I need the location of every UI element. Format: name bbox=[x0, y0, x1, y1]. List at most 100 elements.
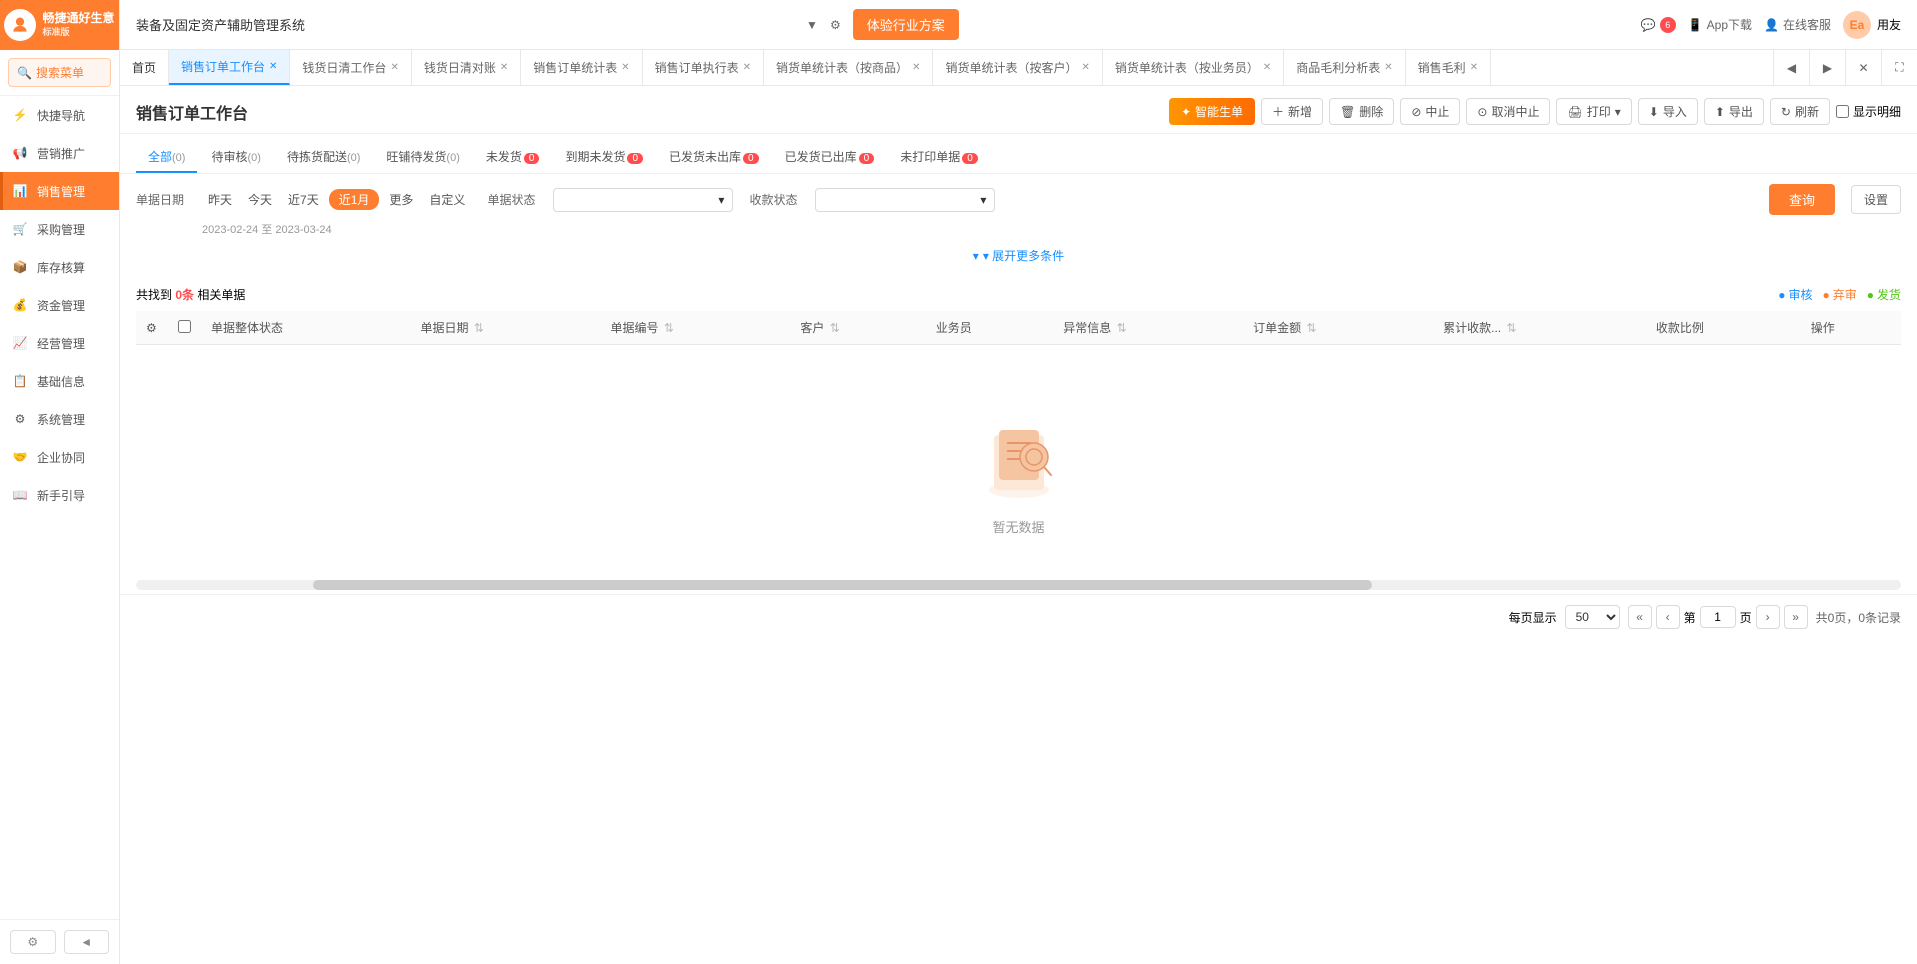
tab-close-cash-daily[interactable]: ✕ bbox=[390, 62, 398, 73]
new-btn[interactable]: ＋ 新增 bbox=[1261, 98, 1323, 125]
tab-margin-analysis[interactable]: 商品毛利分析表 ✕ bbox=[1284, 50, 1405, 85]
system-dropdown-btn[interactable]: ▼ bbox=[806, 18, 818, 32]
col-settings[interactable]: ⚙ bbox=[136, 311, 168, 345]
tab-home[interactable]: 首页 bbox=[120, 50, 169, 85]
subtab-unprinted[interactable]: 未打印单据0 bbox=[888, 142, 990, 173]
next-page-btn[interactable]: › bbox=[1756, 605, 1780, 629]
query-btn[interactable]: 查询 bbox=[1769, 184, 1835, 215]
sidebar-item-inventory[interactable]: 📦 库存核算 bbox=[0, 248, 119, 286]
subtabs: 全部(0) 待审核(0) 待拣货配送(0) 旺铺待发货(0) 未发货0 到期未发… bbox=[120, 134, 1917, 174]
online-service-btn[interactable]: 👤 在线客服 bbox=[1764, 16, 1831, 33]
status-filter-input[interactable]: ▾ bbox=[553, 188, 733, 212]
industry-btn[interactable]: 体验行业方案 bbox=[853, 9, 959, 40]
tab-close-sales-stat-product[interactable]: ✕ bbox=[912, 62, 920, 73]
tab-fullscreen-btn[interactable]: ⛶ bbox=[1881, 50, 1917, 86]
col-number[interactable]: 单据编号 ⇅ bbox=[600, 311, 790, 345]
tab-close-cash-reconcile[interactable]: ✕ bbox=[500, 62, 508, 73]
tab-close-all-btn[interactable]: ✕ bbox=[1845, 50, 1881, 86]
stop-btn[interactable]: ⊘ 中止 bbox=[1400, 98, 1460, 125]
sidebar-item-guide[interactable]: 📖 新手引导 bbox=[0, 476, 119, 514]
expand-filter-btn[interactable]: ▾ ▾ 展开更多条件 bbox=[973, 247, 1064, 264]
page-input[interactable] bbox=[1700, 606, 1736, 628]
app-download-btn[interactable]: 📱 App下载 bbox=[1688, 16, 1752, 33]
prev-page-btn[interactable]: ‹ bbox=[1656, 605, 1680, 629]
subtab-delivered-out[interactable]: 已发货已出库0 bbox=[773, 142, 887, 173]
message-btn[interactable]: 💬 6 bbox=[1641, 17, 1676, 33]
subtab-wangpu[interactable]: 旺铺待发货(0) bbox=[374, 142, 471, 173]
date-custom-btn[interactable]: 自定义 bbox=[423, 189, 471, 210]
sidebar-item-marketing[interactable]: 📢 营销推广 bbox=[0, 134, 119, 172]
tab-cash-reconcile[interactable]: 钱货日清对账 ✕ bbox=[412, 50, 521, 85]
per-page-select[interactable]: 50 20 100 bbox=[1565, 605, 1620, 629]
subtab-delivered-not-out[interactable]: 已发货未出库0 bbox=[657, 142, 771, 173]
show-detail-label[interactable]: 显示明细 bbox=[1836, 103, 1901, 120]
tab-sales-workbench[interactable]: 销售订单工作台 ✕ bbox=[169, 50, 290, 85]
sidebar-item-purchase[interactable]: 🛒 采购管理 bbox=[0, 210, 119, 248]
tab-close-margin-analysis[interactable]: ✕ bbox=[1384, 62, 1392, 73]
tab-sales-profit[interactable]: 销售毛利 ✕ bbox=[1406, 50, 1491, 85]
sidebar-settings-btn[interactable]: ⚙ bbox=[10, 930, 56, 954]
date-7days-btn[interactable]: 近7天 bbox=[282, 189, 325, 210]
ai-gen-btn[interactable]: ✦ 智能生单 bbox=[1169, 98, 1255, 125]
approve-action[interactable]: ● 审核 bbox=[1778, 286, 1812, 303]
show-detail-checkbox[interactable] bbox=[1836, 105, 1849, 118]
col-date[interactable]: 单据日期 ⇅ bbox=[411, 311, 601, 345]
tab-cash-daily[interactable]: 钱货日清工作台 ✕ bbox=[290, 50, 411, 85]
col-salesperson[interactable]: 业务员 bbox=[926, 311, 1054, 345]
tab-prev-btn[interactable]: ◀ bbox=[1773, 50, 1809, 86]
col-operation: 操作 bbox=[1801, 311, 1901, 345]
refresh-btn[interactable]: ↻ 刷新 bbox=[1770, 98, 1830, 125]
subtab-pending-pick[interactable]: 待拣货配送(0) bbox=[275, 142, 372, 173]
tab-sales-stat-customer[interactable]: 销货单统计表（按客户） ✕ bbox=[933, 50, 1102, 85]
tab-close-sales-profit[interactable]: ✕ bbox=[1470, 62, 1478, 73]
sidebar-item-quick-nav[interactable]: ⚡ 快捷导航 bbox=[0, 96, 119, 134]
tab-close-sales-stat-staff[interactable]: ✕ bbox=[1263, 62, 1271, 73]
subtab-undelivered[interactable]: 未发货0 bbox=[474, 142, 552, 173]
col-collected[interactable]: 累计收款... ⇅ bbox=[1433, 311, 1646, 345]
scrollbar-thumb[interactable] bbox=[313, 580, 1372, 590]
delete-btn[interactable]: 🗑 删除 bbox=[1329, 98, 1394, 125]
tab-sales-stat-staff[interactable]: 销货单统计表（按业务员） ✕ bbox=[1103, 50, 1284, 85]
tab-close-sales-workbench[interactable]: ✕ bbox=[269, 61, 277, 72]
date-1month-btn[interactable]: 近1月 bbox=[329, 189, 380, 210]
payment-filter-input[interactable]: ▾ bbox=[815, 188, 995, 212]
col-customer[interactable]: 客户 ⇅ bbox=[790, 311, 925, 345]
subtab-overdue[interactable]: 到期未发货0 bbox=[553, 142, 655, 173]
tab-sales-exec[interactable]: 销售订单执行表 ✕ bbox=[643, 50, 764, 85]
date-today-btn[interactable]: 今天 bbox=[242, 189, 278, 210]
cancel-stop-btn[interactable]: ⊙ 取消中止 bbox=[1466, 98, 1550, 125]
reject-action[interactable]: ● 弃审 bbox=[1822, 286, 1856, 303]
sidebar-item-system[interactable]: ⚙ 系统管理 bbox=[0, 400, 119, 438]
h-scrollbar[interactable] bbox=[136, 580, 1901, 590]
col-exception[interactable]: 异常信息 ⇅ bbox=[1053, 311, 1243, 345]
last-page-btn[interactable]: » bbox=[1784, 605, 1808, 629]
export-btn[interactable]: ⬆ 导出 bbox=[1704, 98, 1764, 125]
date-more-btn[interactable]: 更多 bbox=[383, 189, 419, 210]
sidebar-item-finance[interactable]: 💰 资金管理 bbox=[0, 286, 119, 324]
date-yesterday-btn[interactable]: 昨天 bbox=[202, 189, 238, 210]
subtab-pending-review[interactable]: 待审核(0) bbox=[199, 142, 272, 173]
user-area[interactable]: Ea 用友 bbox=[1843, 11, 1901, 39]
tab-sales-stat-product[interactable]: 销货单统计表（按商品） ✕ bbox=[764, 50, 933, 85]
select-all-checkbox[interactable] bbox=[178, 320, 191, 333]
sidebar-item-operations[interactable]: 📈 经营管理 bbox=[0, 324, 119, 362]
tab-close-sales-stat[interactable]: ✕ bbox=[621, 62, 629, 73]
sidebar-collapse-btn[interactable]: ◄ bbox=[64, 930, 110, 954]
settings-btn[interactable]: ⚙ bbox=[830, 18, 841, 32]
sidebar-item-sales[interactable]: 📊 销售管理 bbox=[0, 172, 119, 210]
tab-close-sales-exec[interactable]: ✕ bbox=[743, 62, 751, 73]
col-checkbox[interactable] bbox=[168, 311, 201, 345]
col-amount[interactable]: 订单金额 ⇅ bbox=[1243, 311, 1433, 345]
tab-close-sales-stat-customer[interactable]: ✕ bbox=[1081, 62, 1089, 73]
sidebar-item-cooperation[interactable]: 🤝 企业协同 bbox=[0, 438, 119, 476]
tab-next-btn[interactable]: ▶ bbox=[1809, 50, 1845, 86]
sidebar-item-basic-info[interactable]: 📋 基础信息 bbox=[0, 362, 119, 400]
deliver-action[interactable]: ● 发货 bbox=[1867, 286, 1901, 303]
first-page-btn[interactable]: « bbox=[1628, 605, 1652, 629]
import-btn[interactable]: ⬇ 导入 bbox=[1638, 98, 1698, 125]
tab-sales-stat[interactable]: 销售订单统计表 ✕ bbox=[521, 50, 642, 85]
print-btn[interactable]: 🖨 打印 ▾ bbox=[1556, 98, 1631, 125]
search-menu-btn[interactable]: 🔍 搜索菜单 bbox=[8, 58, 111, 87]
subtab-all[interactable]: 全部(0) bbox=[136, 142, 197, 173]
set-btn[interactable]: 设置 bbox=[1851, 185, 1901, 214]
